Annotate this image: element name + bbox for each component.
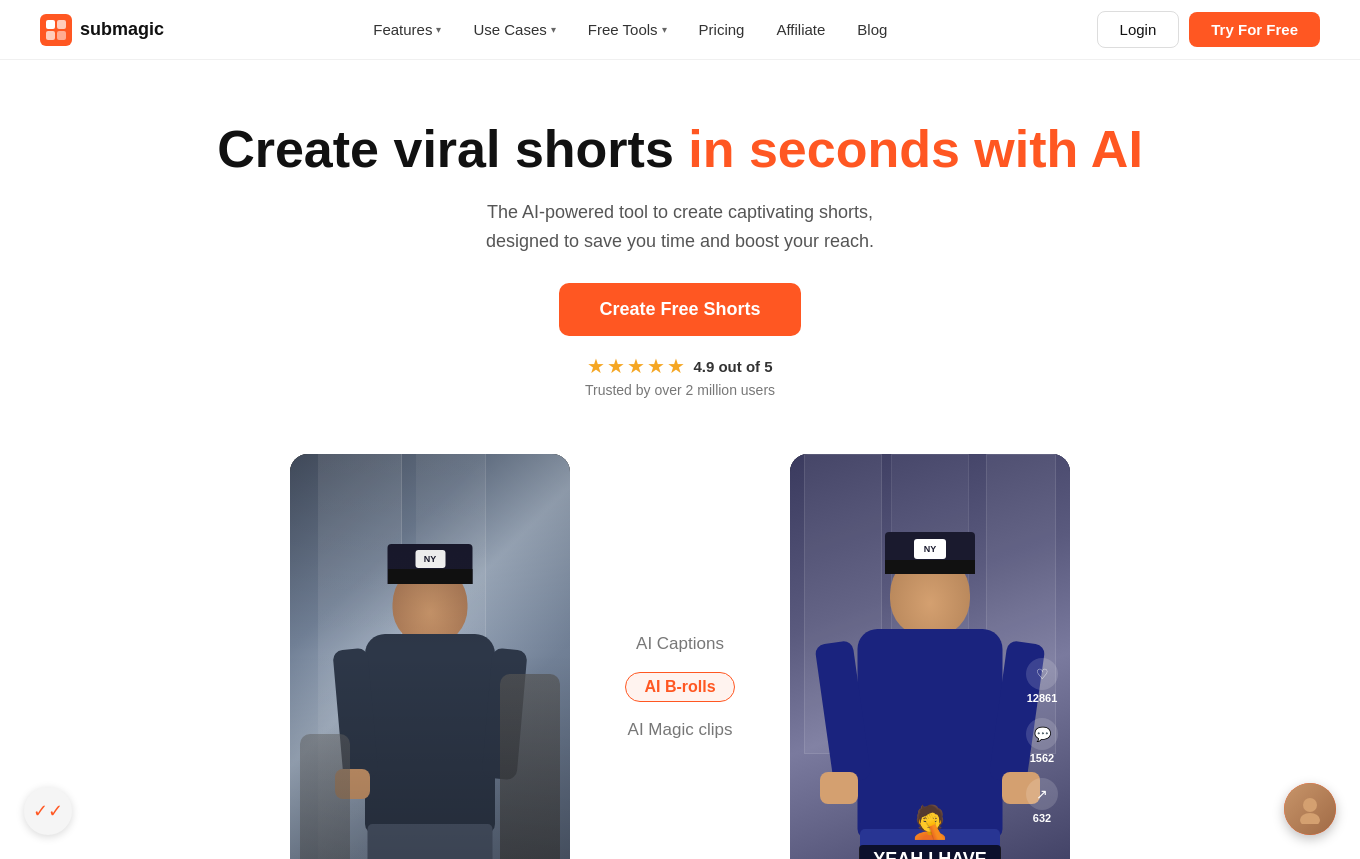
rating-row: ★ ★ ★ ★ ★ 4.9 out of 5 [20,354,1340,378]
checkmark-icon: ✓✓ [33,800,63,822]
stat-comments: 💬 1562 [1026,718,1058,764]
svg-point-5 [1300,813,1320,824]
chat-avatar [1284,783,1336,835]
nav-features[interactable]: Features ▾ [359,13,455,46]
svg-rect-3 [57,31,66,40]
stat-likes: ♡ 12861 [1026,658,1058,704]
video-bg-right: NY 🤦 YEAH I HAVE ♡ [790,454,1070,859]
star-5: ★ [667,354,685,378]
rating-score: 4.9 out of 5 [693,358,772,375]
hat-right: NY [885,532,975,574]
logo-text: submagic [80,19,164,40]
chat-widget[interactable] [1284,783,1336,835]
login-button[interactable]: Login [1097,11,1180,48]
star-4: ★ [647,354,665,378]
try-free-button[interactable]: Try For Free [1189,12,1320,47]
nav-menu: Features ▾ Use Cases ▾ Free Tools ▾ Pric… [359,13,901,46]
heart-icon: ♡ [1026,658,1058,690]
rating-trust: Trusted by over 2 million users [20,382,1340,398]
hat-logo-right: NY [914,539,946,559]
feature-ai-magic-clips[interactable]: AI Magic clips [628,720,733,740]
star-rating: ★ ★ ★ ★ ★ [587,354,685,378]
hero-title-accent: in seconds with AI [688,120,1143,178]
svg-rect-0 [46,20,55,29]
chevron-down-icon: ▾ [662,24,667,35]
logo[interactable]: submagic [40,14,164,46]
video-card-left: NY [290,454,570,859]
logo-icon [40,14,72,46]
comment-icon: 💬 [1026,718,1058,750]
nav-free-tools[interactable]: Free Tools ▾ [574,13,681,46]
svg-rect-2 [46,31,55,40]
video-section: NY AI Captions AI B-rolls [0,454,1360,859]
create-free-shorts-button[interactable]: Create Free Shorts [559,283,800,336]
star-2: ★ [607,354,625,378]
stat-shares: ↗ 632 [1026,778,1058,824]
social-stats: ♡ 12861 💬 1562 ↗ 632 [1026,658,1058,824]
nav-blog[interactable]: Blog [843,13,901,46]
share-icon: ↗ [1026,778,1058,810]
nav-pricing[interactable]: Pricing [685,13,759,46]
comment-count: 1562 [1030,752,1054,764]
feature-ai-brolls-badge[interactable]: AI B-rolls [625,672,734,702]
nav-use-cases[interactable]: Use Cases ▾ [459,13,569,46]
svg-rect-1 [57,20,66,29]
nav-affiliate[interactable]: Affiliate [762,13,839,46]
star-1: ★ [587,354,605,378]
hero-title: Create viral shorts in seconds with AI [20,120,1340,180]
hero-title-normal: Create viral shorts [217,120,688,178]
notification-badge[interactable]: ✓✓ [24,787,72,835]
share-count: 632 [1033,812,1051,824]
star-3: ★ [627,354,645,378]
navbar-actions: Login Try For Free [1097,11,1320,48]
chevron-down-icon: ▾ [436,24,441,35]
hat-brim-right [885,560,975,574]
hand-right-l [820,772,858,804]
video-overlay [290,454,570,859]
features-panel: AI Captions AI B-rolls AI Magic clips [570,634,790,740]
navbar: submagic Features ▾ Use Cases ▾ Free Too… [0,0,1360,60]
rating-block: ★ ★ ★ ★ ★ 4.9 out of 5 Trusted by over 2… [20,354,1340,398]
like-count: 12861 [1027,692,1058,704]
video-card-right: NY 🤦 YEAH I HAVE ♡ [790,454,1070,859]
caption-text: YEAH I HAVE [859,845,1001,859]
chevron-down-icon: ▾ [551,24,556,35]
hero-subtitle: The AI-powered tool to create captivatin… [20,198,1340,256]
feature-ai-captions[interactable]: AI Captions [636,634,724,654]
hero-section: Create viral shorts in seconds with AI T… [0,60,1360,418]
svg-point-4 [1303,798,1317,812]
